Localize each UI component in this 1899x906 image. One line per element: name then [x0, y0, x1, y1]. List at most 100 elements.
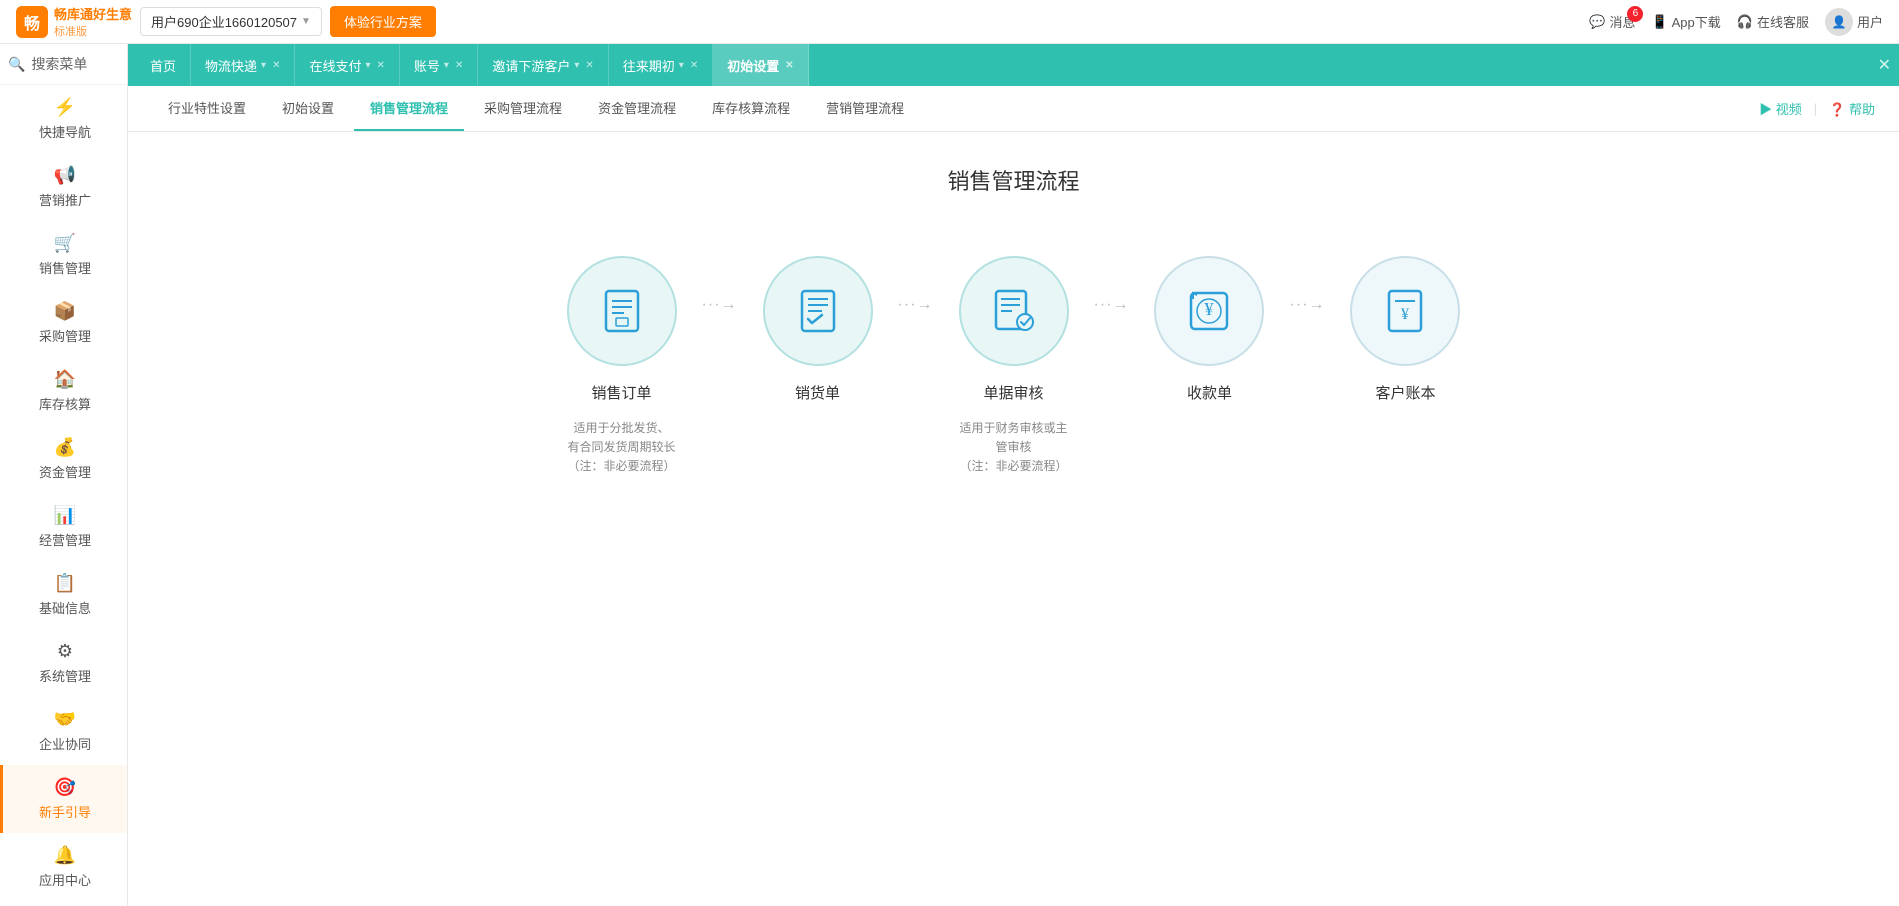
top-header: 畅 畅库通好生意 标准版 用户690企业1660120507 ▼ 体验行业方案 … [0, 0, 1899, 44]
sidebar-item-purchase-mgmt[interactable]: 📦 采购管理 [0, 289, 127, 357]
sidebar-label-enterprise-coop: 企业协同 [39, 734, 91, 753]
sidebar-label-sales: 销售管理 [39, 258, 91, 277]
sidebar-item-inventory[interactable]: 🏠 库存核算 [0, 357, 127, 425]
step-desc-doc-review: 适用于财务审核或主管审核（注：非必要流程） [959, 419, 1067, 477]
nav-tab-home[interactable]: 首页 [136, 44, 191, 86]
arrow-icon: ···→ [1289, 296, 1325, 314]
inventory-icon: 🏠 [54, 369, 76, 390]
flow-content: 销售管理流程 销售订单 [128, 132, 1899, 906]
nav-tab-account[interactable]: 账号 ▾ ✕ [400, 44, 478, 86]
step-circle-receipt[interactable]: ¥ [1154, 256, 1264, 366]
app-download-label: App下载 [1672, 12, 1721, 31]
step-circle-sales-order[interactable] [567, 256, 677, 366]
sidebar-search[interactable]: 🔍 搜索菜单 [0, 44, 127, 85]
sidebar-item-business-mgmt[interactable]: 📊 经营管理 [0, 493, 127, 561]
sidebar-item-app-center[interactable]: 🔔 应用中心 [0, 833, 127, 901]
close-all-tabs-icon[interactable]: ✕ [1878, 55, 1891, 75]
download-icon: 📱 [1651, 14, 1667, 30]
svg-text:¥: ¥ [1205, 299, 1214, 319]
flow-step-doc-review: 单据审核 适用于财务审核或主管审核（注：非必要流程） [934, 256, 1094, 477]
chevron-down-icon: ▾ [365, 60, 370, 71]
sub-tab-marketing-flow[interactable]: 营销管理流程 [810, 86, 920, 131]
sidebar-item-system-mgmt[interactable]: ⚙ 系统管理 [0, 629, 127, 697]
step-desc-sales-order: 适用于分批发货、有合同发货周期较长（注：非必要流程） [568, 419, 676, 477]
sidebar-label-system: 系统管理 [39, 666, 91, 685]
sidebar-item-enterprise-wechat[interactable]: 💬 企业微信 [0, 901, 127, 906]
sub-tab-finance-flow[interactable]: 资金管理流程 [582, 86, 692, 131]
flow-steps: 销售订单 适用于分批发货、有合同发货周期较长（注：非必要流程） ···→ [176, 256, 1851, 477]
flow-arrow-3: ···→ [1094, 256, 1130, 314]
chevron-down-icon: ▼ [301, 16, 311, 27]
sub-tab-sales-flow[interactable]: 销售管理流程 [354, 86, 464, 131]
nav-tab-logistics[interactable]: 物流快递 ▾ ✕ [191, 44, 295, 86]
header-left: 畅 畅库通好生意 标准版 用户690企业1660120507 ▼ 体验行业方案 [16, 4, 436, 39]
enterprise-coop-icon: 🤝 [54, 709, 76, 730]
chevron-down-icon: ▾ [261, 60, 266, 71]
sidebar-item-finance-mgmt[interactable]: 💰 资金管理 [0, 425, 127, 493]
sidebar-label-basic-info: 基础信息 [39, 598, 91, 617]
sidebar-item-quick-nav[interactable]: ⚡ 快捷导航 [0, 85, 127, 153]
logo-area: 畅 畅库通好生意 标准版 [16, 4, 132, 39]
sidebar-item-marketing-promo[interactable]: 📢 营销推广 [0, 153, 127, 221]
nav-tab-invite-downstream[interactable]: 邀请下游客户 ▾ ✕ [478, 44, 608, 86]
user-name-label: 用户 [1857, 12, 1883, 31]
sidebar-search-label: 搜索菜单 [31, 54, 87, 74]
close-icon[interactable]: ✕ [690, 60, 698, 71]
sidebar: 🔍 搜索菜单 ⚡ 快捷导航 📢 营销推广 🛒 销售管理 📦 采购管理 🏠 库存核… [0, 44, 128, 906]
finance-icon: 💰 [54, 437, 76, 458]
arrow-icon: ···→ [702, 296, 738, 314]
online-service-item[interactable]: 🎧 在线客服 [1737, 12, 1809, 31]
logo-icon: 畅 [16, 6, 48, 38]
close-icon[interactable]: ✕ [377, 60, 385, 71]
close-icon[interactable]: ✕ [455, 60, 463, 71]
close-icon[interactable]: ✕ [785, 60, 793, 71]
message-badge: 6 [1627, 6, 1643, 22]
arrow-icon: ···→ [1094, 296, 1130, 314]
step-circle-delivery-order[interactable] [763, 256, 873, 366]
sidebar-label-new-guide: 新手引导 [39, 802, 91, 821]
app-download-item[interactable]: 📱 App下载 [1651, 12, 1720, 31]
chevron-down-icon: ▾ [574, 60, 579, 71]
avatar: 👤 [1825, 8, 1853, 36]
sidebar-item-sales-mgmt[interactable]: 🛒 销售管理 [0, 221, 127, 289]
close-icon[interactable]: ✕ [272, 60, 280, 71]
step-label-delivery-order: 销货单 [795, 382, 840, 403]
user-profile-item[interactable]: 👤 用户 [1825, 8, 1883, 36]
message-item[interactable]: 💬 消息 6 [1589, 12, 1635, 31]
step-circle-doc-review[interactable] [959, 256, 1069, 366]
sub-tab-purchase-flow[interactable]: 采购管理流程 [468, 86, 578, 131]
try-industry-button[interactable]: 体验行业方案 [330, 6, 436, 37]
sub-tab-initial-setup[interactable]: 初始设置 [266, 86, 350, 131]
sidebar-item-basic-info[interactable]: 📋 基础信息 [0, 561, 127, 629]
sub-tab-industry[interactable]: 行业特性设置 [152, 86, 262, 131]
sidebar-label-quick-nav: 快捷导航 [39, 122, 91, 141]
user-selector-label: 用户690企业1660120507 [151, 12, 297, 31]
nav-tab-payment[interactable]: 在线支付 ▾ ✕ [295, 44, 399, 86]
step-label-doc-review: 单据审核 [983, 382, 1043, 403]
quick-nav-icon: ⚡ [54, 97, 76, 118]
sidebar-label-business: 经营管理 [39, 530, 91, 549]
main-layout: 🔍 搜索菜单 ⚡ 快捷导航 📢 营销推广 🛒 销售管理 📦 采购管理 🏠 库存核… [0, 44, 1899, 906]
video-link[interactable]: ▶ 视频 [1759, 99, 1802, 118]
chevron-down-icon: ▾ [444, 60, 449, 71]
sidebar-label-finance: 资金管理 [39, 462, 91, 481]
search-icon: 🔍 [8, 56, 25, 73]
business-icon: 📊 [54, 505, 76, 526]
chevron-down-icon: ▾ [679, 60, 684, 71]
flow-arrow-1: ···→ [702, 256, 738, 314]
flow-step-sales-order: 销售订单 适用于分批发货、有合同发货周期较长（注：非必要流程） [542, 256, 702, 477]
help-icon: ❓ [1829, 102, 1845, 117]
help-link[interactable]: ❓ 帮助 [1829, 99, 1875, 118]
sidebar-item-new-guide[interactable]: 🎯 新手引导 [0, 765, 127, 833]
close-icon[interactable]: ✕ [585, 60, 593, 71]
nav-tab-initial-setup[interactable]: 初始设置 ✕ [713, 44, 808, 86]
sub-tab-inventory-flow[interactable]: 库存核算流程 [696, 86, 806, 131]
sub-tabs: 行业特性设置 初始设置 销售管理流程 采购管理流程 资金管理流程 库存核算流程 [128, 86, 1899, 132]
header-right: 💬 消息 6 📱 App下载 🎧 在线客服 👤 用户 [1589, 8, 1883, 36]
arrow-icon: ···→ [898, 296, 934, 314]
sidebar-item-enterprise-coop[interactable]: 🤝 企业协同 [0, 697, 127, 765]
step-circle-customer-account[interactable]: ¥ [1350, 256, 1460, 366]
content-area: 行业特性设置 初始设置 销售管理流程 采购管理流程 资金管理流程 库存核算流程 [128, 86, 1899, 906]
user-selector[interactable]: 用户690企业1660120507 ▼ [140, 7, 322, 36]
nav-tab-period-init[interactable]: 往来期初 ▾ ✕ [609, 44, 713, 86]
